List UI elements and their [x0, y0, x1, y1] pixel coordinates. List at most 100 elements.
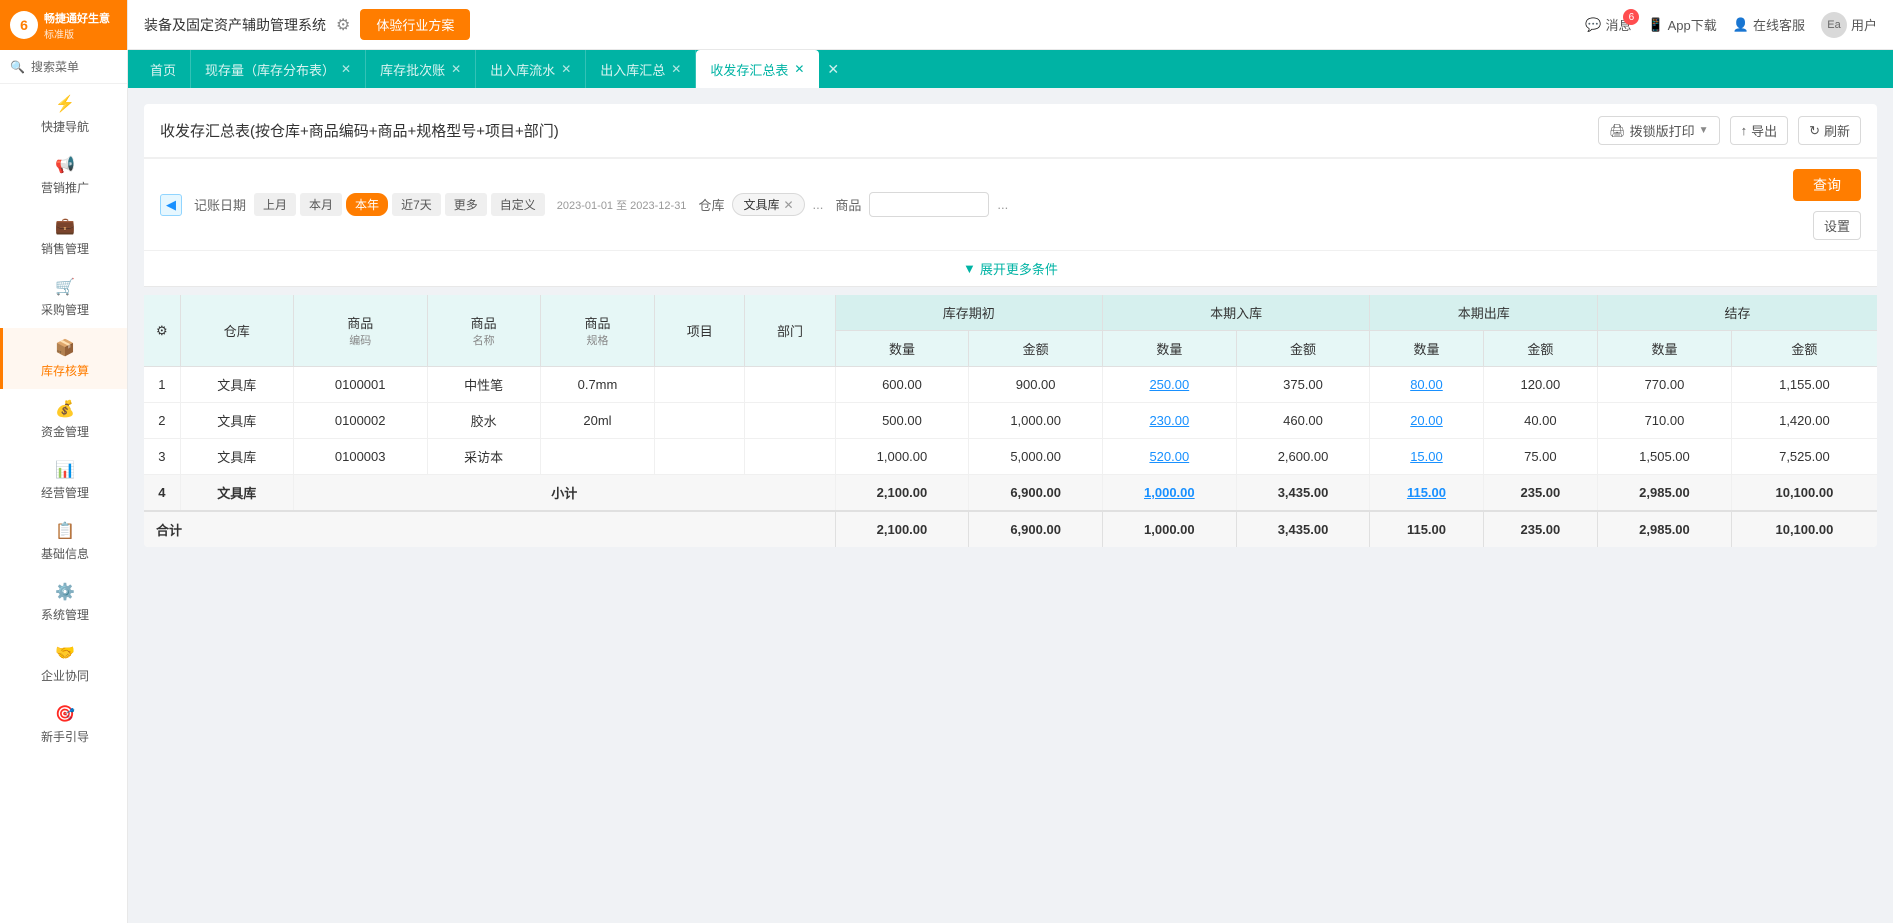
row2-in-qty[interactable]: 230.00	[1102, 403, 1236, 439]
date-range-text: 2023-01-01 至 2023-12-31	[557, 197, 687, 213]
warehouse-more-btn[interactable]: ...	[813, 197, 824, 212]
subtotal-bal-amt: 10,100.00	[1731, 475, 1877, 512]
search-icon: 🔍	[10, 60, 25, 74]
sidebar-item-marketing[interactable]: 📢 营销推广	[0, 145, 127, 206]
footer-open-amt: 6,900.00	[969, 511, 1103, 547]
footer-open-qty: 2,100.00	[835, 511, 969, 547]
table-subheader-out-qty: 数量	[1370, 331, 1483, 367]
row3-spec	[540, 439, 654, 475]
table-row: 2 文具库 0100002 胶水 20ml 500.00 1,000.00 23…	[144, 403, 1877, 439]
date-btn-this-month[interactable]: 本月	[300, 193, 342, 216]
footer-bal-qty: 2,985.00	[1598, 511, 1732, 547]
tab-inventory-dist[interactable]: 现存量（库存分布表） ✕	[191, 50, 366, 88]
footer-in-amt: 3,435.00	[1236, 511, 1370, 547]
warehouse-tag-close[interactable]: ✕	[783, 198, 793, 212]
logo-text: 畅捷通好生意 标准版	[44, 10, 110, 41]
row1-in-qty[interactable]: 250.00	[1102, 367, 1236, 403]
inventory-icon: 📦	[55, 338, 75, 358]
app-download-btn[interactable]: 📱 App下载	[1647, 15, 1716, 34]
date-btn-7days[interactable]: 近7天	[392, 193, 441, 216]
tab-close-inventory-dist[interactable]: ✕	[341, 62, 351, 76]
tab-inout-flow[interactable]: 出入库流水 ✕	[476, 50, 586, 88]
sidebar-item-purchase[interactable]: 🛒 采购管理	[0, 267, 127, 328]
expand-filters-btn[interactable]: ▼ 展开更多条件	[963, 259, 1058, 278]
row1-in-amt: 375.00	[1236, 367, 1370, 403]
tab-inout-summary[interactable]: 出入库汇总 ✕	[586, 50, 696, 88]
row3-name: 采访本	[427, 439, 540, 475]
table-subheader-out-amt: 金额	[1483, 331, 1598, 367]
message-btn[interactable]: 💬 消息 6	[1585, 15, 1631, 34]
sidebar-item-finance[interactable]: 💰 资金管理	[0, 389, 127, 450]
operations-icon: 📊	[55, 460, 75, 480]
tab-close-receipt-summary[interactable]: ✕	[794, 62, 804, 76]
footer-label: 合计	[144, 511, 835, 547]
user-btn[interactable]: Ea 用户	[1821, 12, 1877, 38]
expand-icon: ▼	[963, 261, 976, 276]
warehouse-filter-group: 仓库 文具库 ✕ ...	[698, 193, 823, 216]
table-col-warehouse: 仓库	[180, 295, 293, 367]
date-btn-more[interactable]: 更多	[445, 193, 487, 216]
experience-btn[interactable]: 体验行业方案	[360, 9, 470, 40]
sidebar-item-guide[interactable]: 🎯 新手引导	[0, 694, 127, 755]
row3-open-amt: 5,000.00	[969, 439, 1103, 475]
tab-batch-ledger[interactable]: 库存批次账 ✕	[366, 50, 476, 88]
table-col-name: 商品名称	[427, 295, 540, 367]
row1-open-amt: 900.00	[969, 367, 1103, 403]
table-col-dept: 部门	[745, 295, 835, 367]
goods-filter-input[interactable]	[869, 192, 989, 217]
row2-bal-amt: 1,420.00	[1731, 403, 1877, 439]
subtotal-in-amt: 3,435.00	[1236, 475, 1370, 512]
date-btn-this-year[interactable]: 本年	[346, 193, 388, 216]
warehouse-filter-label: 仓库	[698, 195, 724, 214]
goods-more-btn[interactable]: ...	[997, 197, 1008, 212]
close-all-tabs[interactable]: ✕	[827, 61, 839, 78]
sidebar-item-quick-nav[interactable]: ⚡ 快捷导航	[0, 84, 127, 145]
settings-icon[interactable]: ⚙	[336, 15, 350, 35]
date-btn-last-month[interactable]: 上月	[254, 193, 296, 216]
print-icon: 🖨	[1609, 123, 1626, 139]
sidebar-item-inventory[interactable]: 📦 库存核算	[0, 328, 127, 389]
avatar: Ea	[1821, 12, 1847, 38]
table-row: 3 文具库 0100003 采访本 1,000.00 5,000.00 520.…	[144, 439, 1877, 475]
sidebar-item-base-info[interactable]: 📋 基础信息	[0, 511, 127, 572]
logo-icon: 6	[10, 11, 38, 39]
row3-out-amt: 75.00	[1483, 439, 1598, 475]
online-service-btn[interactable]: 👤 在线客服	[1733, 15, 1805, 34]
print-btn[interactable]: 🖨 拨锁版打印 ▼	[1598, 116, 1719, 145]
row2-out-qty[interactable]: 20.00	[1370, 403, 1483, 439]
tabs-bar: 首页 现存量（库存分布表） ✕ 库存批次账 ✕ 出入库流水 ✕ 出入库汇总 ✕ …	[128, 50, 1893, 88]
subtotal-out-qty[interactable]: 115.00	[1370, 475, 1483, 512]
row1-out-qty[interactable]: 80.00	[1370, 367, 1483, 403]
row3-out-qty[interactable]: 15.00	[1370, 439, 1483, 475]
row1-name: 中性笔	[427, 367, 540, 403]
tab-close-batch-ledger[interactable]: ✕	[451, 62, 461, 76]
table-col-in: 本期入库	[1102, 295, 1369, 331]
search-menu[interactable]: 🔍 搜索菜单	[0, 50, 127, 84]
sidebar-item-sales[interactable]: 💼 销售管理	[0, 206, 127, 267]
subtotal-in-qty[interactable]: 1,000.00	[1102, 475, 1236, 512]
row1-dept	[745, 367, 835, 403]
expand-filters-row: ▼ 展开更多条件	[144, 251, 1877, 287]
row2-project	[655, 403, 745, 439]
date-btn-custom[interactable]: 自定义	[491, 193, 545, 216]
table-col-settings[interactable]: ⚙	[144, 295, 180, 367]
date-quick-btns: 上月 本月 本年 近7天 更多 自定义	[254, 193, 545, 216]
finance-icon: 💰	[55, 399, 75, 419]
tab-home[interactable]: 首页	[136, 50, 191, 88]
filter-collapse-btn[interactable]: ◀	[160, 194, 182, 216]
tab-close-inout-summary[interactable]: ✕	[671, 62, 681, 76]
print-dropdown-icon: ▼	[1699, 125, 1709, 136]
row2-dept	[745, 403, 835, 439]
refresh-btn[interactable]: ↻ 刷新	[1798, 116, 1861, 145]
date-filter-label: 记账日期	[194, 195, 246, 214]
topbar: 装备及固定资产辅助管理系统 ⚙ 体验行业方案 💬 消息 6 📱 App下载 👤 …	[128, 0, 1893, 50]
row3-in-qty[interactable]: 520.00	[1102, 439, 1236, 475]
sidebar-item-system[interactable]: ⚙️ 系统管理	[0, 572, 127, 633]
export-btn[interactable]: ↑ 导出	[1730, 116, 1789, 145]
sidebar-item-operations[interactable]: 📊 经营管理	[0, 450, 127, 511]
query-btn[interactable]: 查询	[1793, 169, 1861, 201]
filter-settings-btn[interactable]: 设置	[1813, 211, 1861, 240]
tab-receipt-summary[interactable]: 收发存汇总表 ✕	[696, 50, 819, 88]
tab-close-inout-flow[interactable]: ✕	[561, 62, 571, 76]
sidebar-item-enterprise[interactable]: 🤝 企业协同	[0, 633, 127, 694]
